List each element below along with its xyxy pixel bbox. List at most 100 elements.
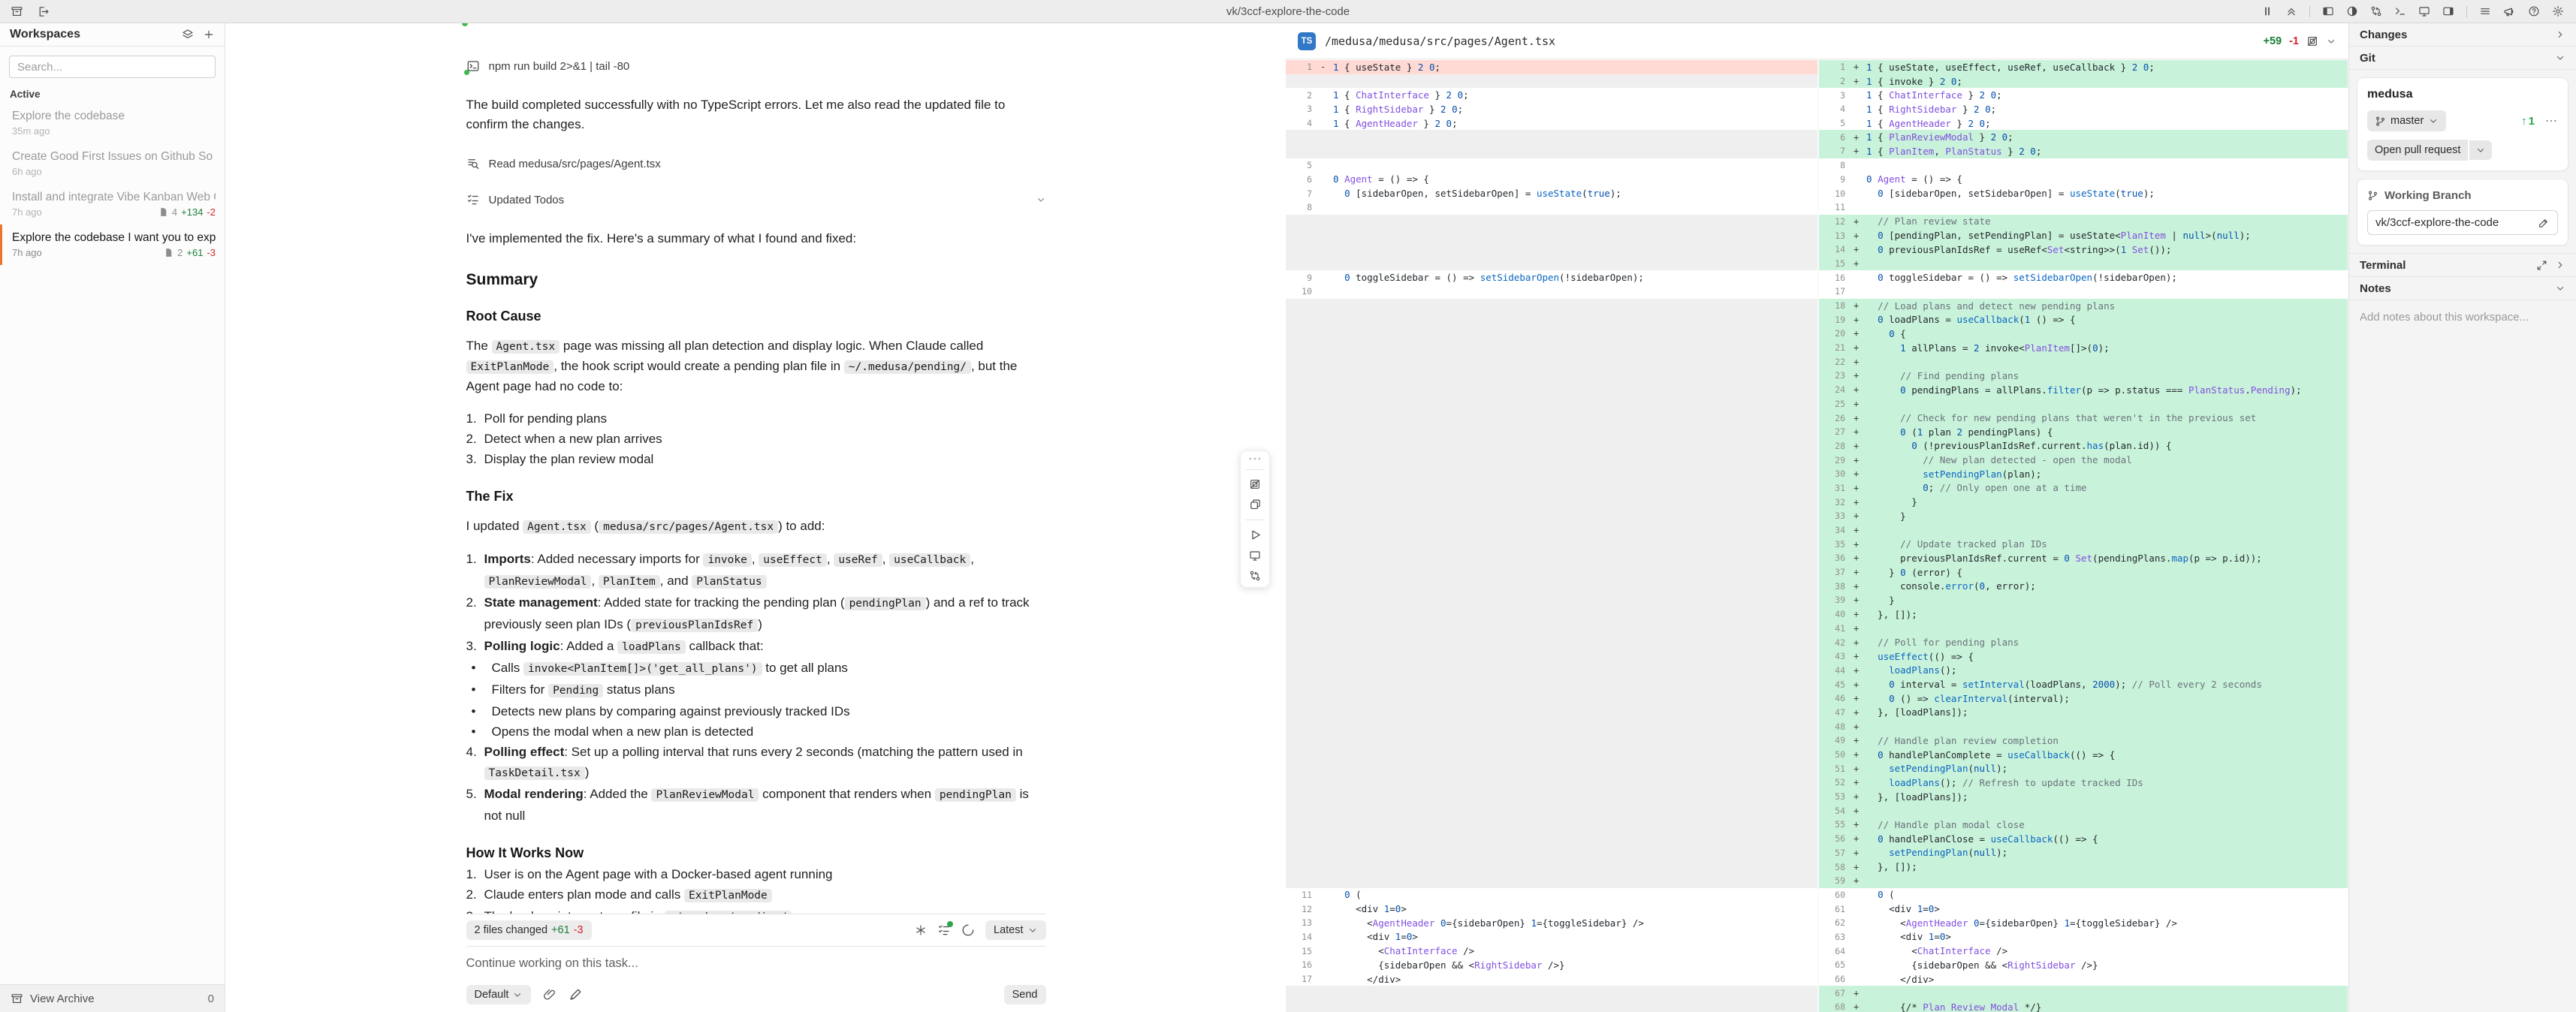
code-text: 1 { AgentHeader } 2 0;	[1333, 118, 1817, 129]
line-number: 67	[1819, 988, 1854, 998]
diff-sign: +	[1854, 441, 1866, 451]
list-item: •Opens the modal when a new plan is dete…	[466, 721, 1046, 742]
line-number: 59	[1819, 875, 1854, 886]
code-text: setPendingPlan(null);	[1866, 847, 2348, 858]
conversation-scroll-area[interactable]: npm run build 2>&1 | tail -80The build c…	[226, 23, 1286, 914]
diff-line-old	[1286, 719, 1817, 733]
diff-off-icon[interactable]	[1249, 478, 1261, 490]
line-number: 11	[1286, 890, 1320, 900]
diff-line-old	[1286, 439, 1817, 453]
code-text: }, []);	[1866, 861, 2348, 872]
line-number: 37	[1819, 567, 1854, 577]
line-number: 48	[1819, 721, 1854, 732]
send-button[interactable]: Send	[1004, 985, 1046, 1004]
diff-sign: +	[1854, 848, 1866, 858]
workspace-item[interactable]: Explore the codebase35m ago	[0, 103, 225, 143]
split-view-icon[interactable]	[2306, 35, 2318, 47]
panel-right-icon[interactable]	[2442, 5, 2454, 17]
layers-icon[interactable]	[182, 29, 194, 41]
diff-line-new: 15+	[1817, 257, 2348, 271]
working-branch-input[interactable]	[2375, 216, 2538, 229]
collapse-file-icon[interactable]	[2326, 36, 2336, 47]
tool-call-row[interactable]: Updated Todos	[466, 193, 1046, 206]
line-number: 34	[1819, 525, 1854, 535]
copy-icon[interactable]	[1249, 498, 1262, 511]
diff-line-new: 59+	[1817, 874, 2348, 888]
diff-row: 31 { RightSidebar } 2 0;41 { Rig…	[1286, 102, 2348, 116]
monitor-icon[interactable]	[2418, 5, 2430, 17]
gear-icon[interactable]	[2552, 5, 2564, 17]
line-number: 3	[1286, 104, 1320, 114]
double-chevron-up-icon[interactable]	[2285, 5, 2297, 17]
code-text: </div>	[1866, 974, 2348, 985]
files-changed-chip[interactable]: 2 files changed +61 -3	[466, 920, 592, 940]
panel-left-icon[interactable]	[2322, 5, 2334, 17]
plus-icon[interactable]	[203, 29, 215, 41]
diff-line-new: 46+ 0 () => clearInterval(interval);	[1817, 691, 2348, 706]
pause-icon[interactable]	[2261, 5, 2273, 17]
workspace-item[interactable]: Create Good First Issues on Github So p6…	[0, 143, 225, 184]
pen-icon[interactable]	[569, 988, 582, 1001]
tool-call-row[interactable]: npm run build 2>&1 | tail -80	[466, 59, 1046, 73]
code-text: 0 [sidebarOpen, setSidebarOpen] = useS…	[1866, 188, 2348, 199]
contrast-icon[interactable]	[2346, 5, 2358, 17]
chevron-down-icon[interactable]	[1036, 194, 1046, 205]
notes-section-header[interactable]: Notes	[2349, 277, 2576, 300]
file-icon	[158, 207, 168, 217]
git-compare-icon[interactable]	[2370, 5, 2382, 17]
todos-status-button[interactable]	[937, 923, 951, 937]
git-compare-icon[interactable]	[1249, 570, 1261, 582]
diff-line-old	[1286, 565, 1817, 580]
diff-sign: +	[1854, 258, 1866, 269]
open-pull-request-button[interactable]: Open pull request	[2367, 140, 2468, 161]
diff-sign: +	[1854, 553, 1866, 563]
message-input[interactable]	[466, 956, 1046, 971]
diff-row: 33+ }	[1286, 509, 2348, 523]
play-icon[interactable]	[1249, 529, 1262, 541]
dots-icon[interactable]	[1248, 456, 1262, 461]
list-item-text: Modal rendering: Added the PlanReviewMod…	[484, 784, 1046, 826]
workspace-item[interactable]: Install and integrate Vibe Kanban Web C7…	[0, 184, 225, 224]
more-options-button[interactable]: ⋯	[2545, 113, 2558, 128]
megaphone-icon[interactable]	[2503, 5, 2516, 18]
diff-line-old	[1286, 369, 1817, 383]
expand-icon[interactable]	[2536, 260, 2547, 271]
paperclip-icon[interactable]	[543, 988, 557, 1001]
diff-additions: +59	[2263, 35, 2282, 47]
latest-dropdown[interactable]: Latest	[985, 920, 1046, 940]
terminal-prompt-icon[interactable]	[2394, 5, 2406, 17]
menu-icon[interactable]	[2479, 5, 2491, 17]
changes-section-header[interactable]: Changes	[2349, 23, 2576, 47]
diff-row: 15+	[1286, 257, 2348, 271]
tool-call-row[interactable]: Read medusa/src/pages/Agent.tsx	[466, 157, 1046, 170]
pr-dropdown-button[interactable]	[2469, 140, 2492, 160]
diff-file-header[interactable]: TS /medusa/medusa/src/pages/Agent.tsx +5…	[1286, 23, 2348, 59]
diff-line-new: 2+1 { invoke } 2 0;	[1817, 74, 2348, 89]
line-number: 17	[1819, 286, 1854, 297]
branch-selector[interactable]: master	[2367, 110, 2446, 131]
line-number: 27	[1819, 426, 1854, 437]
workspace-item[interactable]: Explore the codebase I want you to exp7h…	[0, 224, 225, 265]
code-text: 0 handlePlanClose = useCallback(() => …	[1866, 833, 2348, 845]
diff-row: 30+ setPendingPlan(plan);	[1286, 467, 2348, 481]
code-text: }, []);	[1866, 609, 2348, 620]
edit-branch-icon[interactable]	[2538, 217, 2550, 229]
notes-placeholder[interactable]: Add notes about this workspace...	[2349, 300, 2576, 334]
view-archive-button[interactable]: View Archive 0	[0, 984, 225, 1012]
diff-line-new: 67+	[1817, 986, 2348, 1000]
text: ) to add:	[778, 519, 825, 533]
monitor-icon[interactable]	[1249, 550, 1261, 562]
diff-scroll-area[interactable]: 1-1 { useState } 2 0;1+1 { useSt…	[1286, 60, 2348, 1012]
code-text: 1 { ChatInterface } 2 0;	[1866, 89, 2348, 101]
help-icon[interactable]	[2528, 5, 2540, 17]
git-section-header[interactable]: Git	[2349, 47, 2576, 70]
diff-line-old: 11 0 (	[1286, 888, 1817, 902]
search-input[interactable]	[9, 56, 216, 78]
diff-line-old	[1286, 299, 1817, 313]
diff-sign: +	[1854, 875, 1866, 886]
diff-row: 67+	[1286, 986, 2348, 1000]
terminal-section-header[interactable]: Terminal	[2349, 254, 2576, 277]
mode-dropdown[interactable]: Default	[466, 985, 532, 1004]
diff-line-new: 37+ } 0 (error) {	[1817, 565, 2348, 580]
spark-icon[interactable]	[915, 924, 927, 936]
